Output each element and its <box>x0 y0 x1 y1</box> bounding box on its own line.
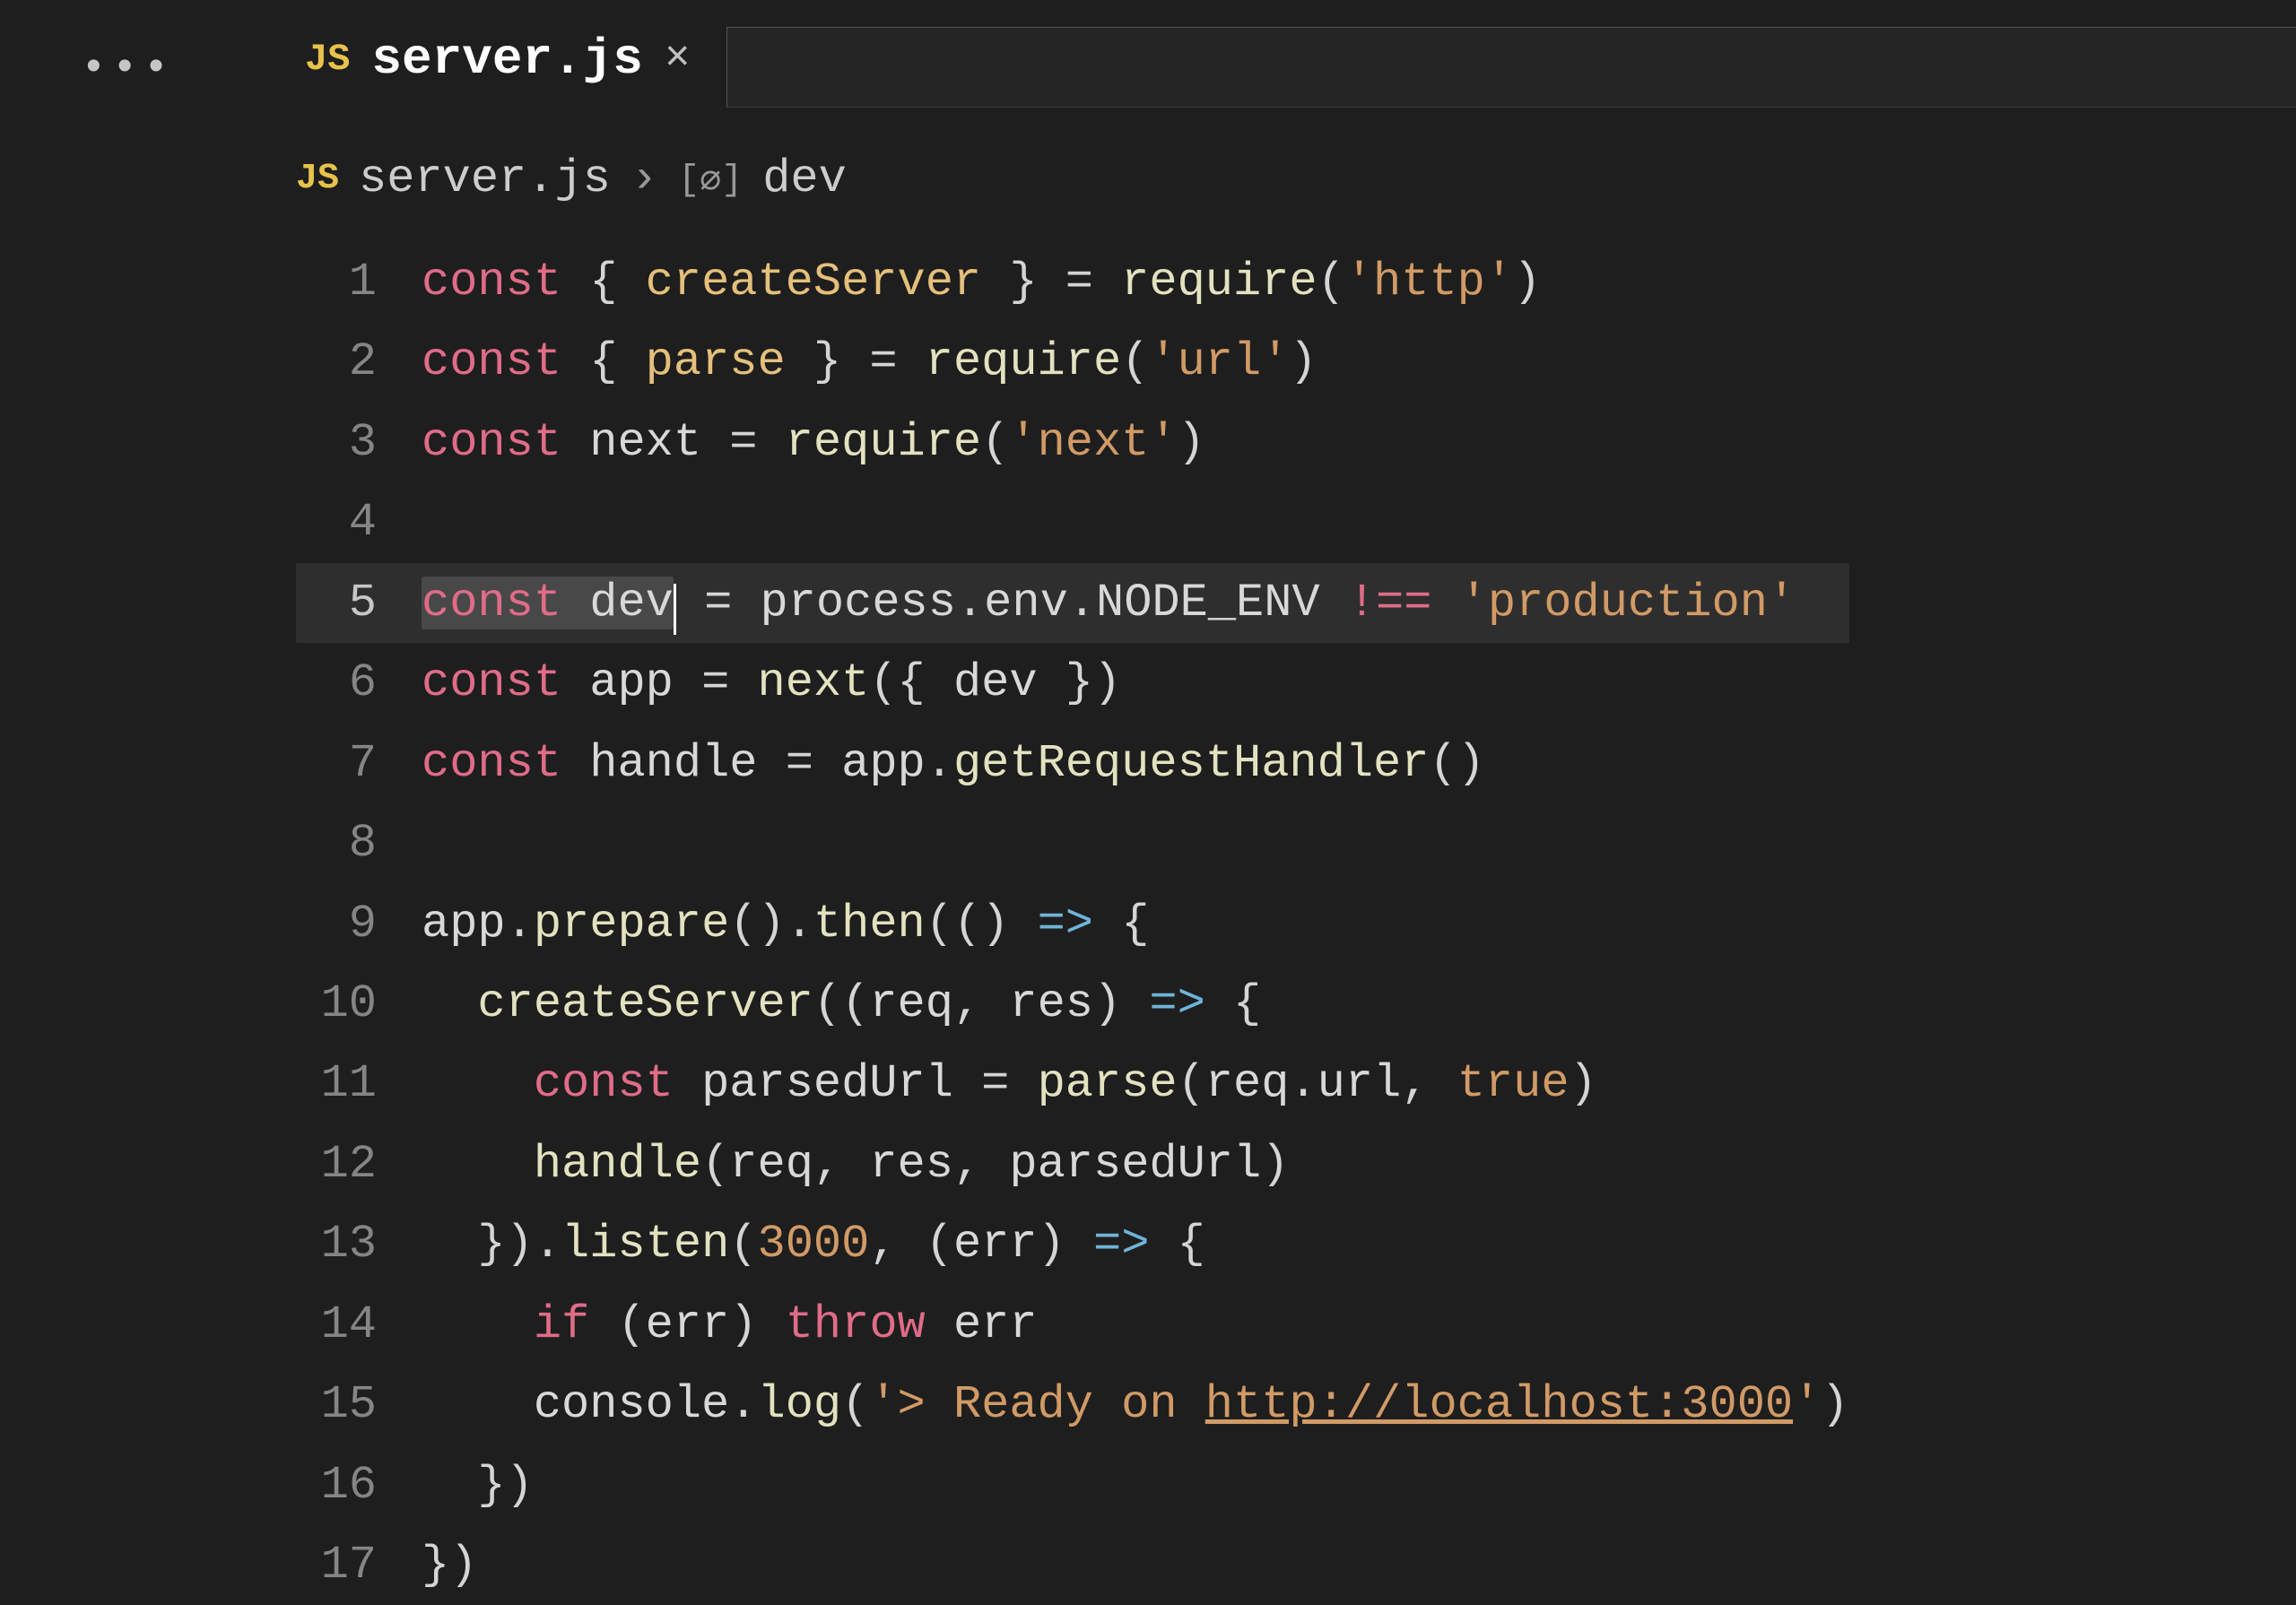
code-editor[interactable]: 1 const { createServer } = require('http… <box>296 242 1849 1605</box>
tab-filename: server.js <box>371 30 642 88</box>
code-line[interactable]: 13 }).listen(3000, (err) => { <box>296 1204 1849 1284</box>
code-line[interactable]: 3 const next = require('next') <box>296 403 1849 482</box>
editor-window: ••• JS server.js × JS server.js › [⌀] de… <box>0 0 2296 1531</box>
line-number: 8 <box>296 803 422 883</box>
symbol-variable-icon: [⌀] <box>678 157 743 201</box>
code-line[interactable]: 16 }) <box>296 1445 1849 1525</box>
line-number: 5 <box>296 563 422 643</box>
breadcrumb-file[interactable]: server.js <box>359 152 611 205</box>
chevron-right-icon: › <box>631 152 658 205</box>
line-number: 4 <box>296 482 422 562</box>
line-number: 7 <box>296 724 422 803</box>
javascript-file-icon: JS <box>305 38 350 81</box>
text-cursor <box>674 584 676 635</box>
line-number: 1 <box>296 242 422 322</box>
code-line[interactable]: 10 createServer((req, res) => { <box>296 964 1849 1044</box>
code-line[interactable]: 15 console.log('> Ready on http://localh… <box>296 1365 1849 1444</box>
line-number: 17 <box>296 1525 422 1605</box>
code-line[interactable]: 1 const { createServer } = require('http… <box>296 242 1849 322</box>
line-number: 15 <box>296 1365 422 1444</box>
line-number: 3 <box>296 403 422 482</box>
tab-bar-spacer <box>726 27 2296 108</box>
line-number: 12 <box>296 1124 422 1204</box>
tab-bar: JS server.js × <box>269 9 2296 108</box>
line-number: 14 <box>296 1285 422 1365</box>
line-number: 10 <box>296 964 422 1044</box>
line-number: 13 <box>296 1204 422 1284</box>
code-line[interactable]: 17 }) <box>296 1525 1849 1605</box>
code-line[interactable]: 7 const handle = app.getRequestHandler() <box>296 724 1849 803</box>
code-line[interactable]: 4 <box>296 482 1849 562</box>
code-line[interactable]: 6 const app = next({ dev }) <box>296 643 1849 723</box>
code-line-active[interactable]: 5 const dev = process.env.NODE_ENV !== '… <box>296 563 1849 643</box>
javascript-file-icon: JS <box>296 159 339 199</box>
line-number: 2 <box>296 322 422 402</box>
breadcrumb[interactable]: JS server.js › [⌀] dev <box>296 152 847 205</box>
close-tab-icon[interactable]: × <box>665 35 691 83</box>
code-line[interactable]: 12 handle(req, res, parsedUrl) <box>296 1124 1849 1204</box>
code-line[interactable]: 14 if (err) throw err <box>296 1285 1849 1365</box>
localhost-link[interactable]: http://localhost:3000 <box>1205 1378 1793 1431</box>
code-line[interactable]: 8 <box>296 803 1849 883</box>
line-number: 11 <box>296 1044 422 1124</box>
line-number: 9 <box>296 884 422 964</box>
tab-server-js[interactable]: JS server.js × <box>269 7 726 109</box>
more-actions-icon[interactable]: ••• <box>81 45 174 93</box>
code-line[interactable]: 11 const parsedUrl = parse(req.url, true… <box>296 1044 1849 1124</box>
code-line[interactable]: 2 const { parse } = require('url') <box>296 322 1849 402</box>
breadcrumb-symbol[interactable]: dev <box>762 152 847 205</box>
code-line[interactable]: 9 app.prepare().then(() => { <box>296 884 1849 964</box>
line-number: 6 <box>296 643 422 723</box>
line-number: 16 <box>296 1445 422 1525</box>
